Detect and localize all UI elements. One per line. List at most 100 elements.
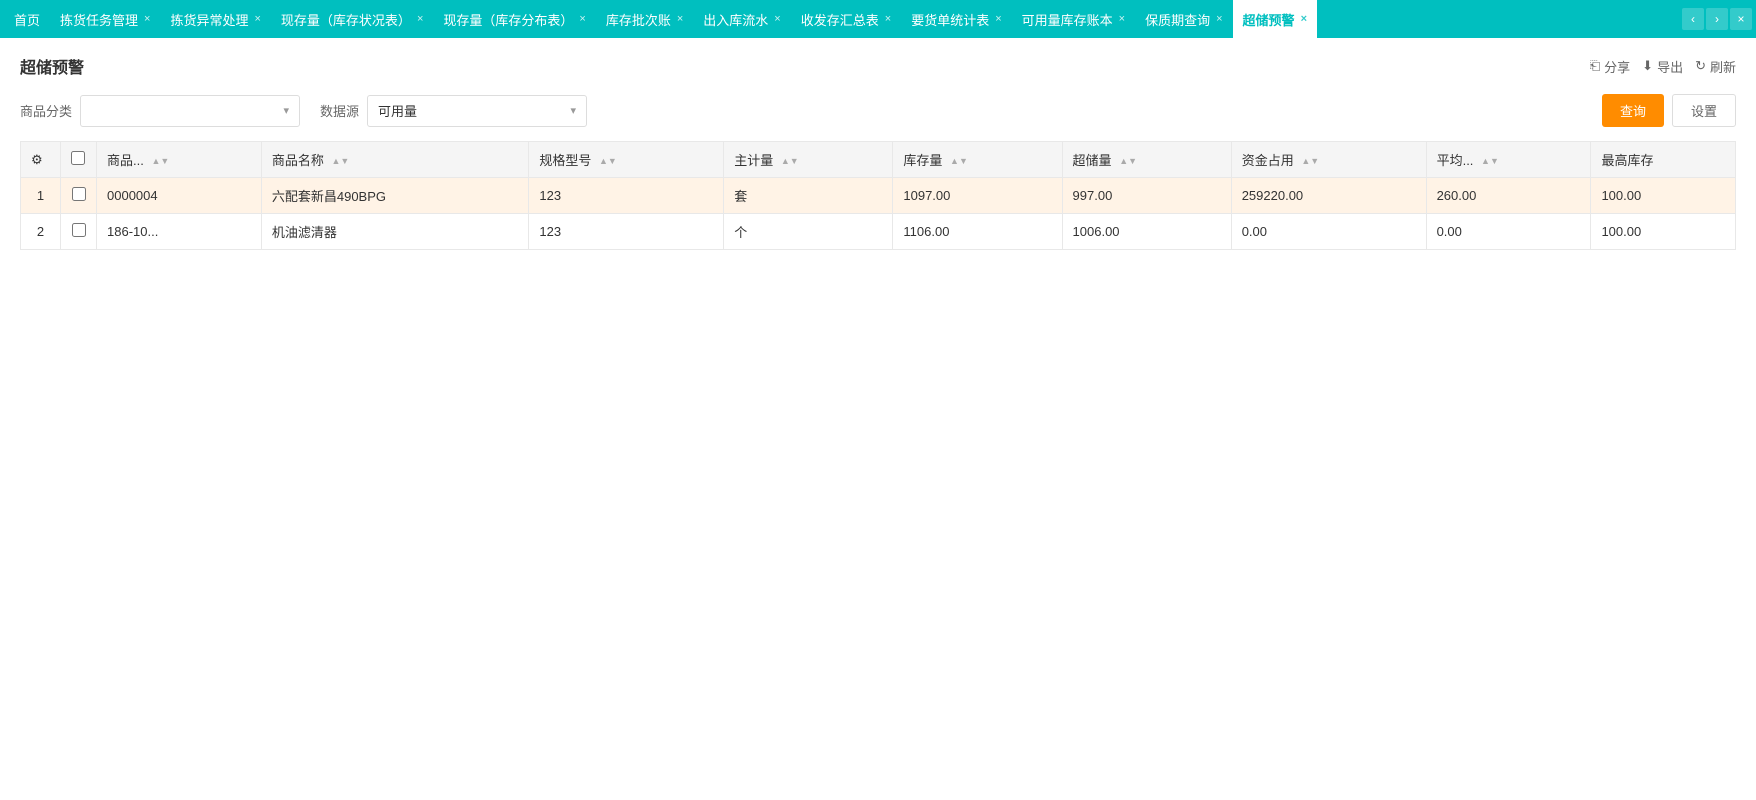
product-name-cell: 六配套新昌490BPG: [261, 178, 529, 214]
close-icon[interactable]: ×: [417, 13, 423, 25]
capital-cell: 0.00: [1231, 214, 1426, 250]
checkbox-column-header: [61, 142, 97, 178]
unit-cell: 套: [724, 178, 893, 214]
stock-cell: 1106.00: [893, 214, 1062, 250]
close-icon[interactable]: ×: [144, 13, 150, 25]
avg-cell: 0.00: [1426, 214, 1591, 250]
close-icon[interactable]: ×: [579, 13, 585, 25]
table-header-row: ⚙ 商品... ▲▼ 商品名称 ▲▼ 规格型号 ▲▼ 主计: [21, 142, 1736, 178]
settings-icon: ⚙: [31, 152, 43, 167]
query-button[interactable]: 查询: [1602, 94, 1664, 127]
sort-icon: ▲▼: [950, 157, 968, 166]
capital-header[interactable]: 资金占用 ▲▼: [1231, 142, 1426, 178]
datasource-label: 数据源: [320, 101, 359, 120]
nav-item-stock-dist[interactable]: 现存量（库存分布表） ×: [433, 0, 595, 38]
nav-item-task[interactable]: 拣货任务管理 ×: [50, 0, 160, 38]
product-name-header[interactable]: 商品名称 ▲▼: [261, 142, 529, 178]
page-title: 超储预警: [20, 54, 84, 78]
overstock-header[interactable]: 超储量 ▲▼: [1062, 142, 1231, 178]
spec-cell: 123: [529, 178, 724, 214]
sort-icon: ▲▼: [151, 157, 169, 166]
title-actions: ⎗ 分享 ⬇ 导出 ↻ 刷新: [1590, 57, 1736, 76]
filter-buttons: 查询 设置: [1602, 94, 1736, 127]
close-icon[interactable]: ×: [885, 13, 891, 25]
row-number: 2: [21, 214, 61, 250]
datasource-dropdown-icon: ▾: [571, 104, 577, 117]
top-nav: 首页 拣货任务管理 × 拣货异常处理 × 现存量（库存状况表） × 现存量（库存…: [0, 0, 1756, 38]
nav-item-overstock[interactable]: 超储预警 ×: [1233, 0, 1317, 38]
close-icon[interactable]: ×: [995, 13, 1001, 25]
nav-close-all-button[interactable]: ×: [1730, 8, 1752, 30]
sort-icon: ▲▼: [599, 157, 617, 166]
row-number: 1: [21, 178, 61, 214]
unit-header[interactable]: 主计量 ▲▼: [724, 142, 893, 178]
row-checkbox-cell: [61, 214, 97, 250]
nav-item-flow[interactable]: 出入库流水 ×: [693, 0, 790, 38]
filter-group-category: 商品分类 ▾: [20, 95, 300, 127]
nav-item-home[interactable]: 首页: [4, 0, 50, 38]
max-stock-header: 最高库存: [1591, 142, 1736, 178]
sort-icon: ▲▼: [1301, 157, 1319, 166]
max-stock-cell: 100.00: [1591, 214, 1736, 250]
close-icon[interactable]: ×: [774, 13, 780, 25]
nav-item-available[interactable]: 可用量库存账本 ×: [1012, 0, 1135, 38]
product-code-header[interactable]: 商品... ▲▼: [97, 142, 262, 178]
export-icon: ⬇: [1642, 58, 1653, 74]
filter-row: 商品分类 ▾ 数据源 可用量 ▾ 查询 设置: [20, 94, 1736, 127]
avg-cell: 260.00: [1426, 178, 1591, 214]
nav-item-requisition[interactable]: 要货单统计表 ×: [901, 0, 1011, 38]
overstock-cell: 1006.00: [1062, 214, 1231, 250]
filter-group-datasource: 数据源 可用量 ▾: [320, 95, 587, 127]
nav-item-exception[interactable]: 拣货异常处理 ×: [160, 0, 270, 38]
nav-arrows: ‹ › ×: [1682, 8, 1752, 30]
nav-item-expiry[interactable]: 保质期查询 ×: [1135, 0, 1232, 38]
select-all-checkbox[interactable]: [71, 151, 85, 165]
product-code-cell: 186-10...: [97, 214, 262, 250]
overstock-cell: 997.00: [1062, 178, 1231, 214]
row-checkbox-cell: [61, 178, 97, 214]
data-table: ⚙ 商品... ▲▼ 商品名称 ▲▼ 规格型号 ▲▼ 主计: [20, 141, 1736, 250]
nav-item-stock-status[interactable]: 现存量（库存状况表） ×: [271, 0, 433, 38]
capital-cell: 259220.00: [1231, 178, 1426, 214]
category-dropdown-icon: ▾: [283, 104, 289, 117]
refresh-icon: ↻: [1695, 58, 1706, 74]
max-stock-cell: 100.00: [1591, 178, 1736, 214]
avg-header[interactable]: 平均... ▲▼: [1426, 142, 1591, 178]
settings-column-header[interactable]: ⚙: [21, 142, 61, 178]
stock-header[interactable]: 库存量 ▲▼: [893, 142, 1062, 178]
close-icon[interactable]: ×: [677, 13, 683, 25]
sort-icon: ▲▼: [1481, 157, 1499, 166]
nav-item-batch[interactable]: 库存批次账 ×: [596, 0, 693, 38]
spec-header[interactable]: 规格型号 ▲▼: [529, 142, 724, 178]
export-button[interactable]: ⬇ 导出: [1642, 57, 1683, 76]
page-content: 超储预警 ⎗ 分享 ⬇ 导出 ↻ 刷新 商品分类 ▾ 数据源: [0, 38, 1756, 266]
page-title-row: 超储预警 ⎗ 分享 ⬇ 导出 ↻ 刷新: [20, 54, 1736, 78]
product-name-cell: 机油滤清器: [261, 214, 529, 250]
sort-icon: ▲▼: [1119, 157, 1137, 166]
close-icon[interactable]: ×: [1216, 13, 1222, 25]
datasource-select-text: 可用量: [378, 101, 417, 120]
datasource-select[interactable]: 可用量 ▾: [367, 95, 587, 127]
row-checkbox[interactable]: [72, 223, 86, 237]
sort-icon: ▲▼: [332, 157, 350, 166]
category-select[interactable]: ▾: [80, 95, 300, 127]
category-label: 商品分类: [20, 101, 72, 120]
stock-cell: 1097.00: [893, 178, 1062, 214]
table-row: 2 186-10... 机油滤清器 123 个 1106.00 1006.00 …: [21, 214, 1736, 250]
close-icon[interactable]: ×: [1119, 13, 1125, 25]
close-icon[interactable]: ×: [1301, 13, 1307, 25]
share-button[interactable]: ⎗ 分享: [1590, 57, 1630, 76]
nav-prev-button[interactable]: ‹: [1682, 8, 1704, 30]
share-icon: ⎗: [1590, 58, 1600, 74]
nav-next-button[interactable]: ›: [1706, 8, 1728, 30]
row-checkbox[interactable]: [72, 187, 86, 201]
table-row: 1 0000004 六配套新昌490BPG 123 套 1097.00 997.…: [21, 178, 1736, 214]
nav-item-summary[interactable]: 收发存汇总表 ×: [791, 0, 901, 38]
refresh-button[interactable]: ↻ 刷新: [1695, 57, 1736, 76]
product-code-cell: 0000004: [97, 178, 262, 214]
close-icon[interactable]: ×: [254, 13, 260, 25]
settings-button[interactable]: 设置: [1672, 94, 1736, 127]
unit-cell: 个: [724, 214, 893, 250]
sort-icon: ▲▼: [781, 157, 799, 166]
spec-cell: 123: [529, 214, 724, 250]
